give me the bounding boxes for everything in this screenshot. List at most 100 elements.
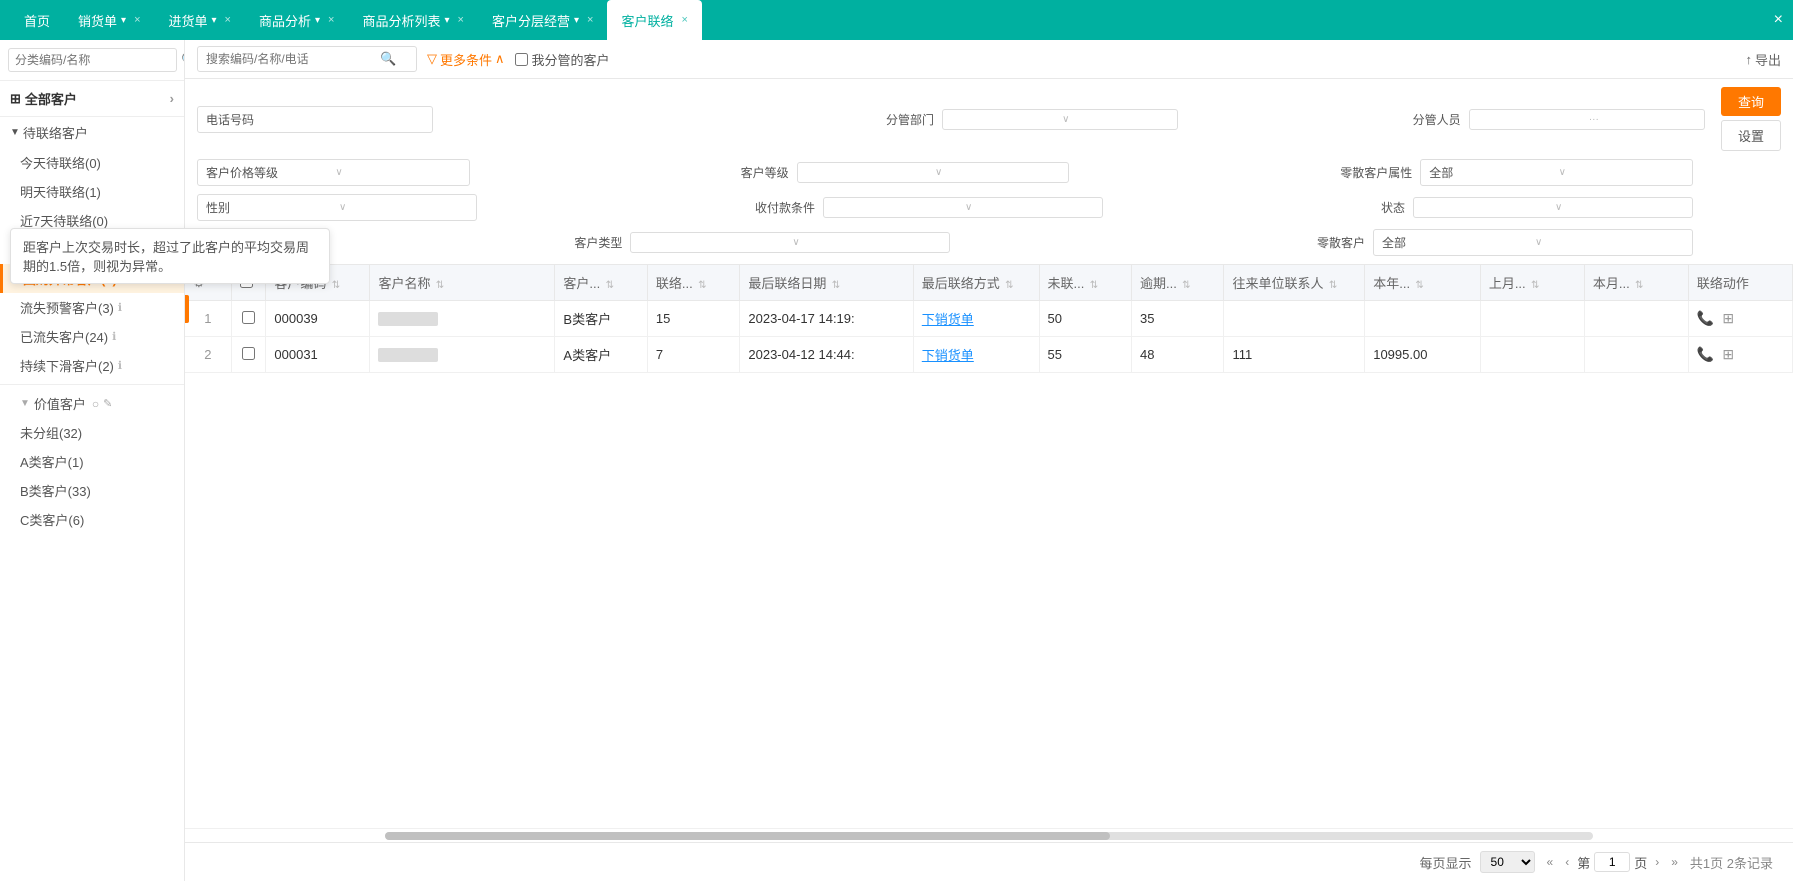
gender-arrow: ∨ [339,202,468,213]
row-checkbox-1[interactable] [242,311,255,324]
dept-field[interactable]: ∨ [942,109,1178,130]
td-liaison-2: 111 [1224,337,1365,373]
cust-grade-field[interactable]: ∨ [797,162,1070,183]
td-contact-1: 15 [647,301,739,337]
sidebar-item-tomorrow[interactable]: 明天待联络(1) [0,177,184,206]
retail-attr-field[interactable]: 全部 ∨ [1420,159,1693,186]
customer-name-blur-2 [378,348,438,362]
next-page-btn[interactable]: › [1651,853,1663,871]
info-icon-declining: ℹ [118,359,122,372]
td-unreached-1: 50 [1039,301,1131,337]
th-unreached[interactable]: 未联... ⇅ [1039,265,1131,301]
last-page-btn[interactable]: » [1667,853,1682,871]
td-name-2 [370,337,555,373]
sidebar-item-unassigned[interactable]: 未分组(32) [0,418,184,447]
sidebar-search-area: 🔍 [0,40,184,81]
table-row: 2 000031 A类客户 [185,337,1793,373]
sidebar-group-pending[interactable]: ▼ 待联络客户 [0,117,184,148]
staff-dots[interactable]: ··· [1589,114,1696,125]
th-action: 联络动作 [1688,265,1792,301]
phone-field[interactable]: 电话号码 [197,106,433,133]
th-last-month[interactable]: 上月... ⇅ [1480,265,1584,301]
sidebar-item-churn-warning[interactable]: 流失预警客户(3) ℹ [0,293,184,322]
active-indicator-bar [185,295,189,323]
main-layout: 🔍 ⊞ 全部客户 › ▼ 待联络客户 今天待联络(0) 明天待联络(1) 近7天… [0,40,1793,881]
first-page-btn[interactable]: « [1543,853,1558,871]
sidebar-divider [0,384,184,385]
sort-icon-overdue: ⇅ [1182,280,1190,291]
th-last-method[interactable]: 最后联络方式 ⇅ [913,265,1039,301]
nav-tab-segmented[interactable]: 客户分层经营 ▾ × [478,0,607,40]
window-close-button[interactable]: × [1774,11,1783,29]
sort-icon-name: ⇅ [436,280,444,291]
nav-tab-customer-contact-close[interactable]: × [681,14,687,26]
sidebar-item-c-class[interactable]: C类客户(6) [0,505,184,534]
method-link-2[interactable]: 下销货单 [922,348,974,363]
sidebar-collapse-icon[interactable]: › [170,91,174,106]
status-label: 状态 [1381,199,1405,216]
th-overdue[interactable]: 逾期... ⇅ [1131,265,1223,301]
prev-page-btn[interactable]: ‹ [1561,853,1573,871]
filter-row-4: ... 客户类型 ∨ 零散客户 全部 ∨ [197,229,1781,256]
payment-field[interactable]: ∨ [823,197,1103,218]
nav-tab-analysis-close[interactable]: × [328,14,334,26]
nav-tab-purchase[interactable]: 进货单 ▾ × [155,0,245,40]
more-conditions-btn[interactable]: ▽ 更多条件 ∧ [427,50,505,69]
sidebar-value-customers[interactable]: ▼ 价值客户 ○ ✎ [0,389,184,418]
sidebar-item-a-class[interactable]: A类客户(1) [0,447,184,476]
horizontal-scrollbar[interactable] [185,828,1793,842]
cust-type-arrow: ∨ [792,237,941,248]
sidebar-item-today[interactable]: 今天待联络(0) [0,148,184,177]
td-type-2: A类客户 [555,337,647,373]
phone-action-icon-1[interactable]: 📞 [1697,310,1714,327]
phone-action-icon-2[interactable]: 📞 [1697,346,1714,363]
grid-action-icon-1[interactable]: ⊞ [1722,310,1734,327]
th-type[interactable]: 客户... ⇅ [555,265,647,301]
main-search-input[interactable] [206,52,376,66]
th-name[interactable]: 客户名称 ⇅ [370,265,555,301]
nav-tab-purchase-close[interactable]: × [225,14,231,26]
nav-tab-analysis-list-close[interactable]: × [458,14,464,26]
sidebar-search-input[interactable] [8,48,177,72]
nav-tab-sales[interactable]: 销货单 ▾ × [64,0,154,40]
settings-button[interactable]: 设置 [1721,120,1781,151]
td-checkbox-1 [231,301,266,337]
gender-field[interactable]: 性别 ∨ [197,194,477,221]
sidebar-all-customers[interactable]: ⊞ 全部客户 › [0,81,184,117]
th-last-date[interactable]: 最后联络日期 ⇅ [740,265,913,301]
nav-tab-sales-close[interactable]: × [134,14,140,26]
sidebar-item-declining[interactable]: 持续下滑客户(2) ℹ [0,351,184,380]
th-contact[interactable]: 联络... ⇅ [647,265,739,301]
th-this-month[interactable]: 本月... ⇅ [1584,265,1688,301]
th-this-year[interactable]: 本年... ⇅ [1365,265,1481,301]
nav-tab-home[interactable]: 首页 [10,0,64,40]
nav-tab-customer-contact[interactable]: 客户联络 × [607,0,701,40]
per-page-select[interactable]: 50 20 100 [1480,851,1535,873]
search-icon-main[interactable]: 🔍 [380,51,396,67]
retail-cust-field[interactable]: 全部 ∨ [1373,229,1693,256]
grid-action-icon-2[interactable]: ⊞ [1722,346,1734,363]
filter-action-buttons: 查询 设置 [1721,87,1781,151]
price-grade-field[interactable]: 客户价格等级 ∨ [197,159,470,186]
export-icon: ↑ [1745,52,1752,67]
sidebar-item-b-class[interactable]: B类客户(33) [0,476,184,505]
status-field[interactable]: ∨ [1413,197,1693,218]
scroll-thumb[interactable] [385,832,1110,840]
circle-icon: ○ [92,397,99,411]
method-link-1[interactable]: 下销货单 [922,312,974,327]
tooltip-box: 距客户上次交易时长，超过了此客户的平均交易周期的1.5倍，则视为异常。 [10,228,330,284]
page-input[interactable] [1594,852,1630,872]
nav-tab-analysis-list[interactable]: 商品分析列表 ▾ × [348,0,477,40]
th-liaison[interactable]: 往来单位联系人 ⇅ [1224,265,1365,301]
td-num-1: 1 [185,301,231,337]
edit-icon-value[interactable]: ✎ [103,397,112,410]
export-btn[interactable]: ↑ 导出 [1745,50,1781,69]
nav-tab-segmented-close[interactable]: × [587,14,593,26]
sidebar-item-churned[interactable]: 已流失客户(24) ℹ [0,322,184,351]
nav-tab-analysis[interactable]: 商品分析 ▾ × [245,0,348,40]
staff-field[interactable]: ··· [1469,109,1705,130]
query-button[interactable]: 查询 [1721,87,1781,116]
cust-type-field[interactable]: ∨ [630,232,950,253]
row-checkbox-2[interactable] [242,347,255,360]
my-customers-checkbox[interactable] [515,53,528,66]
